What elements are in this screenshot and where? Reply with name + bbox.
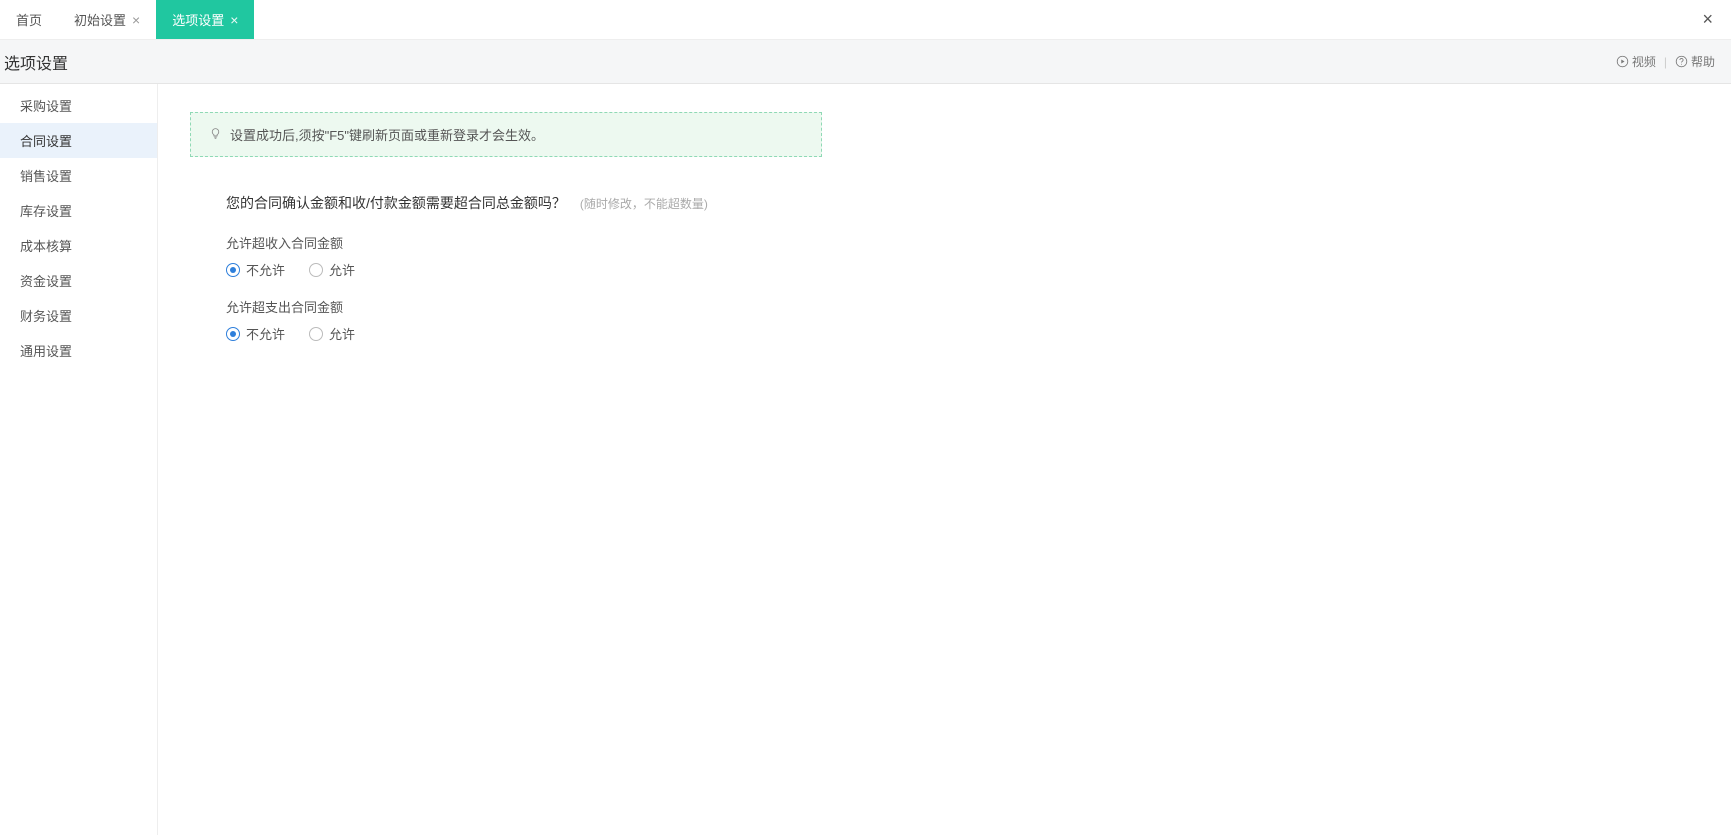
sidebar-item-inventory[interactable]: 库存设置	[0, 193, 157, 228]
radio-label: 不允许	[246, 260, 285, 279]
tab-label: 初始设置	[74, 10, 126, 29]
sidebar-item-cost[interactable]: 成本核算	[0, 228, 157, 263]
sidebar: 采购设置 合同设置 销售设置 库存设置 成本核算 资金设置 财务设置 通用设置	[0, 84, 158, 835]
window-controls: ×	[1692, 0, 1723, 39]
divider: |	[1664, 55, 1667, 69]
radio-not-allow[interactable]: 不允许	[226, 324, 285, 343]
tab-label: 选项设置	[172, 10, 224, 29]
sidebar-item-contract[interactable]: 合同设置	[0, 123, 157, 158]
info-alert: 设置成功后,须按"F5"键刷新页面或重新登录才会生效。	[190, 112, 822, 157]
content-area: 设置成功后,须按"F5"键刷新页面或重新登录才会生效。 您的合同确认金额和收/付…	[158, 84, 1731, 835]
help-circle-icon	[1675, 55, 1688, 68]
top-tabs: 首页 初始设置 × 选项设置 × ×	[0, 0, 1731, 40]
tab-label: 首页	[16, 10, 42, 29]
radio-row: 不允许 允许	[226, 260, 1699, 279]
video-label: 视频	[1632, 53, 1656, 70]
option-label: 允许超收入合同金额	[226, 233, 1699, 252]
option-group-expense: 允许超支出合同金额 不允许 允许	[226, 297, 1699, 343]
radio-input	[309, 327, 323, 341]
bulb-icon	[209, 127, 222, 143]
close-icon[interactable]: ×	[132, 13, 140, 27]
help-link[interactable]: 帮助	[1675, 53, 1715, 70]
radio-not-allow[interactable]: 不允许	[226, 260, 285, 279]
tab-initial-settings[interactable]: 初始设置 ×	[58, 0, 156, 39]
option-group-income: 允许超收入合同金额 不允许 允许	[226, 233, 1699, 279]
header-actions: 视频 | 帮助	[1616, 53, 1715, 70]
sidebar-item-general[interactable]: 通用设置	[0, 333, 157, 368]
close-icon[interactable]: ×	[230, 13, 238, 27]
tab-option-settings[interactable]: 选项设置 ×	[156, 0, 254, 39]
radio-label: 允许	[329, 324, 355, 343]
radio-label: 不允许	[246, 324, 285, 343]
play-circle-icon	[1616, 55, 1629, 68]
radio-input	[226, 327, 240, 341]
page-header: 选项设置 视频 | 帮助	[0, 40, 1731, 84]
window-close-button[interactable]: ×	[1692, 9, 1723, 30]
video-link[interactable]: 视频	[1616, 53, 1656, 70]
contract-section: 您的合同确认金额和收/付款金额需要超合同总金额吗？ (随时修改，不能超数量) 允…	[190, 193, 1699, 343]
section-title: 您的合同确认金额和收/付款金额需要超合同总金额吗？	[226, 193, 566, 213]
radio-allow[interactable]: 允许	[309, 324, 355, 343]
radio-allow[interactable]: 允许	[309, 260, 355, 279]
radio-input	[309, 263, 323, 277]
option-label: 允许超支出合同金额	[226, 297, 1699, 316]
radio-label: 允许	[329, 260, 355, 279]
section-hint: (随时修改，不能超数量)	[580, 195, 708, 212]
sidebar-item-sales[interactable]: 销售设置	[0, 158, 157, 193]
sidebar-item-finance[interactable]: 财务设置	[0, 298, 157, 333]
radio-row: 不允许 允许	[226, 324, 1699, 343]
page-title: 选项设置	[4, 50, 68, 74]
sidebar-item-purchase[interactable]: 采购设置	[0, 88, 157, 123]
sidebar-item-funds[interactable]: 资金设置	[0, 263, 157, 298]
tab-home[interactable]: 首页	[0, 0, 58, 39]
section-header: 您的合同确认金额和收/付款金额需要超合同总金额吗？ (随时修改，不能超数量)	[226, 193, 1699, 213]
radio-input	[226, 263, 240, 277]
alert-text: 设置成功后,须按"F5"键刷新页面或重新登录才会生效。	[230, 125, 544, 144]
main-container: 采购设置 合同设置 销售设置 库存设置 成本核算 资金设置 财务设置 通用设置 …	[0, 84, 1731, 835]
help-label: 帮助	[1691, 53, 1715, 70]
